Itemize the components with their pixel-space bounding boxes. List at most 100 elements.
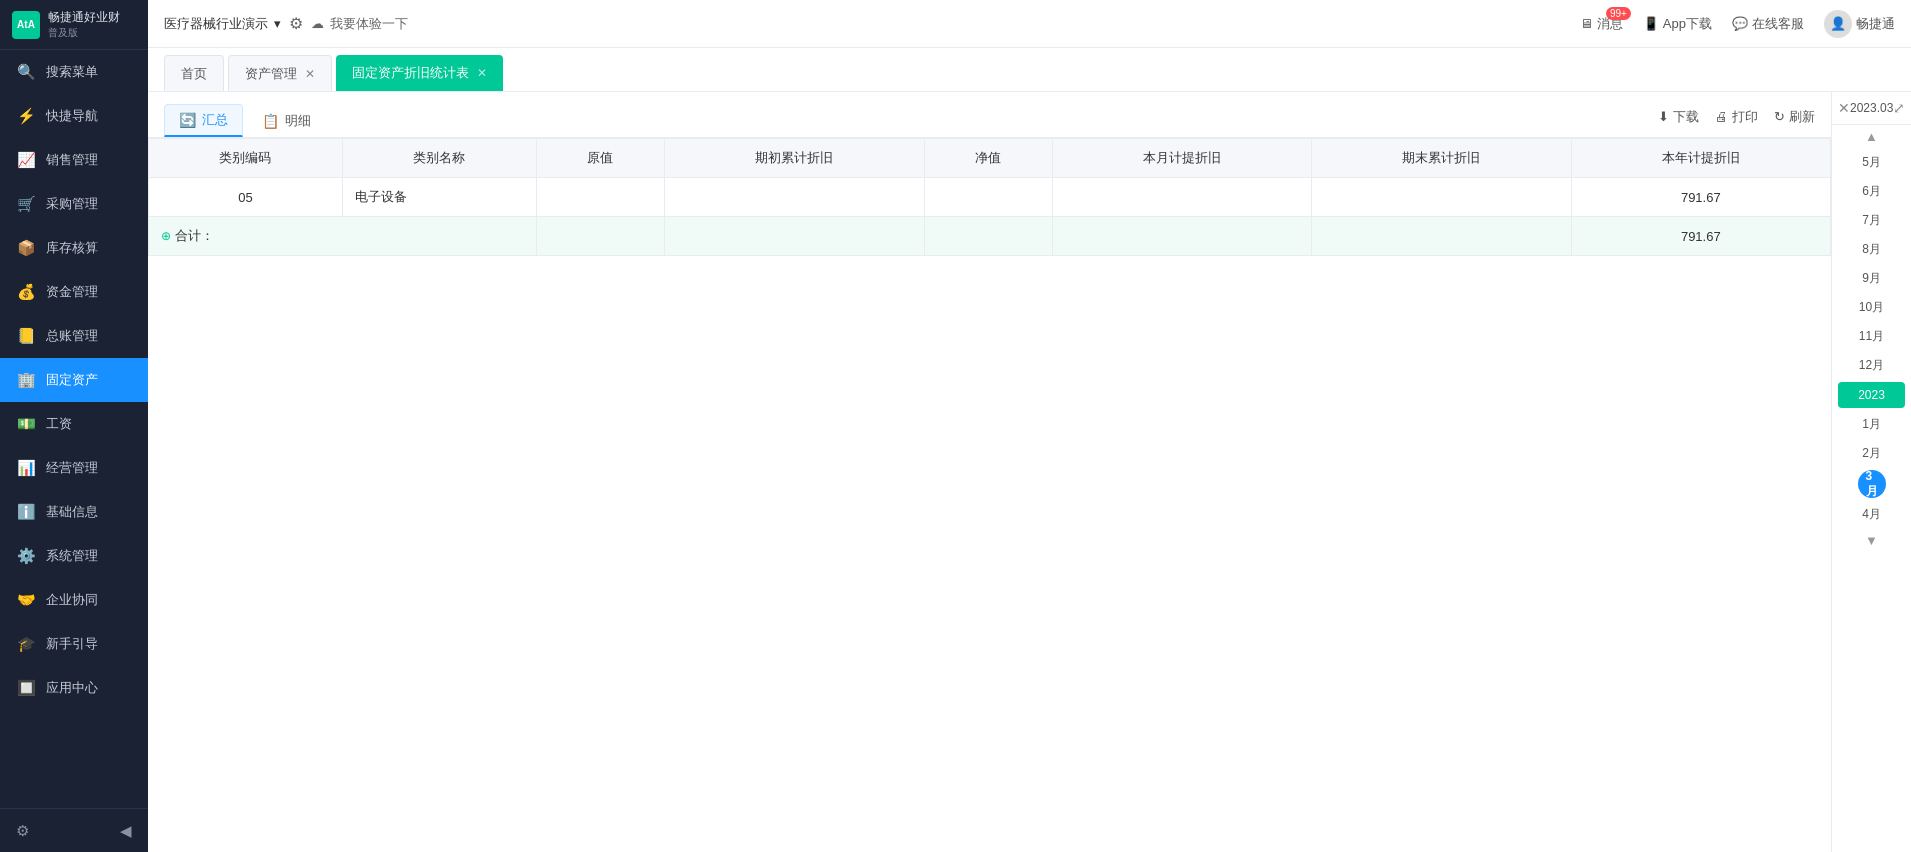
header-left: 医疗器械行业演示 ▾ ⚙ ☁ 我要体验一下 (164, 14, 408, 33)
date-months-list: ▲ 5月 6月 7月 8月 9月 10月 11月 12月 2023 1月 2月 … (1832, 125, 1911, 852)
experience-cloud-icon: ☁ (311, 16, 324, 31)
table-header-row: 类别编码 类别名称 原值 期初累计折旧 净值 本月计提折旧 期末累计折旧 本年计… (149, 139, 1831, 178)
sub-tabs-left: 🔄 汇总 📋 明细 (164, 104, 326, 137)
month-12[interactable]: 12月 (1832, 351, 1911, 380)
download-label: 下载 (1673, 108, 1699, 126)
month-5[interactable]: 5月 (1832, 148, 1911, 177)
sidebar-item-purchase[interactable]: 🛒 采购管理 (0, 182, 148, 226)
summary-icon: 🔄 (179, 112, 196, 128)
sidebar-item-ledger-label: 总账管理 (46, 327, 98, 345)
year-2023-label[interactable]: 2023 (1838, 382, 1905, 408)
guide-icon: 🎓 (16, 634, 36, 654)
settings-bottom-icon[interactable]: ⚙ (16, 822, 29, 840)
sidebar-item-sales-label: 销售管理 (46, 151, 98, 169)
sidebar-item-sales[interactable]: 📈 销售管理 (0, 138, 148, 182)
operations-icon: 📊 (16, 458, 36, 478)
sidebar-item-quick-nav-label: 快捷导航 (46, 107, 98, 125)
tab-asset-mgmt-label: 资产管理 (245, 65, 297, 83)
notification-btn[interactable]: 🖥 消息 99+ (1580, 15, 1623, 33)
month-10[interactable]: 10月 (1832, 293, 1911, 322)
sidebar-nav: 🔍 搜索菜单 ⚡ 快捷导航 📈 销售管理 🛒 采购管理 📦 库存核算 💰 资金管… (0, 50, 148, 808)
print-btn[interactable]: 🖨 打印 (1715, 108, 1758, 126)
refresh-icon: ↻ (1774, 109, 1785, 124)
tab-fixed-asset-depreciation[interactable]: 固定资产折旧统计表 ✕ (336, 55, 503, 91)
company-selector[interactable]: 医疗器械行业演示 ▾ (164, 15, 281, 33)
month-9[interactable]: 9月 (1832, 264, 1911, 293)
sidebar-item-salary-label: 工资 (46, 415, 72, 433)
inventory-icon: 📦 (16, 238, 36, 258)
month-6[interactable]: 6月 (1832, 177, 1911, 206)
month-11[interactable]: 11月 (1832, 322, 1911, 351)
tab-fixed-asset-label: 固定资产折旧统计表 (352, 64, 469, 82)
app-logo-text: 畅捷通好业财 普及版 (48, 10, 120, 39)
month-7[interactable]: 7月 (1832, 206, 1911, 235)
app-download-btn[interactable]: 📱 App下载 (1643, 15, 1712, 33)
experience-btn[interactable]: ☁ 我要体验一下 (311, 15, 408, 33)
tabs-bar: 首页 资产管理 ✕ 固定资产折旧统计表 ✕ (148, 48, 1911, 92)
sidebar-item-enterprise[interactable]: 🤝 企业协同 (0, 578, 148, 622)
month-2[interactable]: 2月 (1832, 439, 1911, 468)
date-nav-down[interactable]: ▼ (1832, 529, 1911, 552)
sidebar: AtA 畅捷通好业财 普及版 🔍 搜索菜单 ⚡ 快捷导航 📈 销售管理 🛒 采购… (0, 0, 148, 852)
sidebar-item-quick-nav[interactable]: ⚡ 快捷导航 (0, 94, 148, 138)
sidebar-item-enterprise-label: 企业协同 (46, 591, 98, 609)
date-panel: ✕ 2023.03 ⤢ ▲ 5月 6月 7月 8月 9月 10月 11月 12月… (1831, 92, 1911, 852)
sidebar-bottom: ⚙ ◀ (0, 808, 148, 852)
sidebar-item-salary[interactable]: 💵 工资 (0, 402, 148, 446)
cell-beginning-accumulated (665, 178, 924, 217)
sidebar-item-search[interactable]: 🔍 搜索菜单 (0, 50, 148, 94)
tab-asset-mgmt[interactable]: 资产管理 ✕ (228, 55, 332, 91)
salary-icon: 💵 (16, 414, 36, 434)
date-panel-expand[interactable]: ⤢ (1893, 100, 1905, 116)
cell-ending-accumulated (1312, 178, 1571, 217)
sidebar-item-capital[interactable]: 💰 资金管理 (0, 270, 148, 314)
sub-tab-detail-label: 明细 (285, 112, 311, 130)
total-monthly-depreciation (1052, 217, 1311, 256)
sidebar-logo: AtA 畅捷通好业财 普及版 (0, 0, 148, 50)
sidebar-item-fixed-assets[interactable]: 🏢 固定资产 (0, 358, 148, 402)
month-3-selected[interactable]: 3月 (1858, 470, 1886, 498)
sidebar-item-system-label: 系统管理 (46, 547, 98, 565)
month-4[interactable]: 4月 (1832, 500, 1911, 529)
customer-service-btn[interactable]: 💬 在线客服 (1732, 15, 1804, 33)
tab-home[interactable]: 首页 (164, 55, 224, 91)
notification-icon: 🖥 (1580, 16, 1593, 31)
date-nav-up[interactable]: ▲ (1832, 125, 1911, 148)
customer-service-icon: 💬 (1732, 16, 1748, 31)
tab-fixed-asset-close[interactable]: ✕ (477, 66, 487, 80)
th-beginning-accumulated: 期初累计折旧 (665, 139, 924, 178)
sidebar-item-basic-info[interactable]: ℹ️ 基础信息 (0, 490, 148, 534)
collapse-icon[interactable]: ◀ (120, 822, 132, 840)
sidebar-item-ledger[interactable]: 📒 总账管理 (0, 314, 148, 358)
user-profile[interactable]: 👤 畅捷通 (1824, 10, 1895, 38)
month-8[interactable]: 8月 (1832, 235, 1911, 264)
date-panel-title: 2023.03 (1850, 101, 1893, 115)
total-icon: ⊕ (161, 229, 171, 243)
download-btn[interactable]: ⬇ 下载 (1658, 108, 1699, 126)
content-area: 🔄 汇总 📋 明细 ⬇ 下载 🖨 打印 (148, 92, 1911, 852)
sidebar-item-app-center[interactable]: 🔲 应用中心 (0, 666, 148, 710)
sidebar-item-inventory[interactable]: 📦 库存核算 (0, 226, 148, 270)
th-code: 类别编码 (149, 139, 343, 178)
month-1[interactable]: 1月 (1832, 410, 1911, 439)
total-row: ⊕合计： 791.67 (149, 217, 1831, 256)
app-center-icon: 🔲 (16, 678, 36, 698)
system-icon: ⚙️ (16, 546, 36, 566)
sidebar-item-system[interactable]: ⚙️ 系统管理 (0, 534, 148, 578)
company-name: 医疗器械行业演示 (164, 15, 268, 33)
header-settings-icon[interactable]: ⚙ (289, 14, 303, 33)
sidebar-item-operations-label: 经营管理 (46, 459, 98, 477)
cell-name: 电子设备 (342, 178, 536, 217)
th-monthly-depreciation: 本月计提折旧 (1052, 139, 1311, 178)
sub-tab-summary[interactable]: 🔄 汇总 (164, 104, 243, 137)
refresh-btn[interactable]: ↻ 刷新 (1774, 108, 1815, 126)
tab-home-label: 首页 (181, 65, 207, 83)
date-panel-close[interactable]: ✕ (1838, 100, 1850, 116)
sidebar-item-operations[interactable]: 📊 经营管理 (0, 446, 148, 490)
top-header: 医疗器械行业演示 ▾ ⚙ ☁ 我要体验一下 🖥 消息 99+ 📱 App下载 💬… (148, 0, 1911, 48)
sidebar-item-inventory-label: 库存核算 (46, 239, 98, 257)
tab-asset-mgmt-close[interactable]: ✕ (305, 67, 315, 81)
notification-badge: 99+ (1606, 7, 1631, 20)
sub-tab-detail[interactable]: 📋 明细 (247, 104, 326, 137)
sidebar-item-guide[interactable]: 🎓 新手引导 (0, 622, 148, 666)
